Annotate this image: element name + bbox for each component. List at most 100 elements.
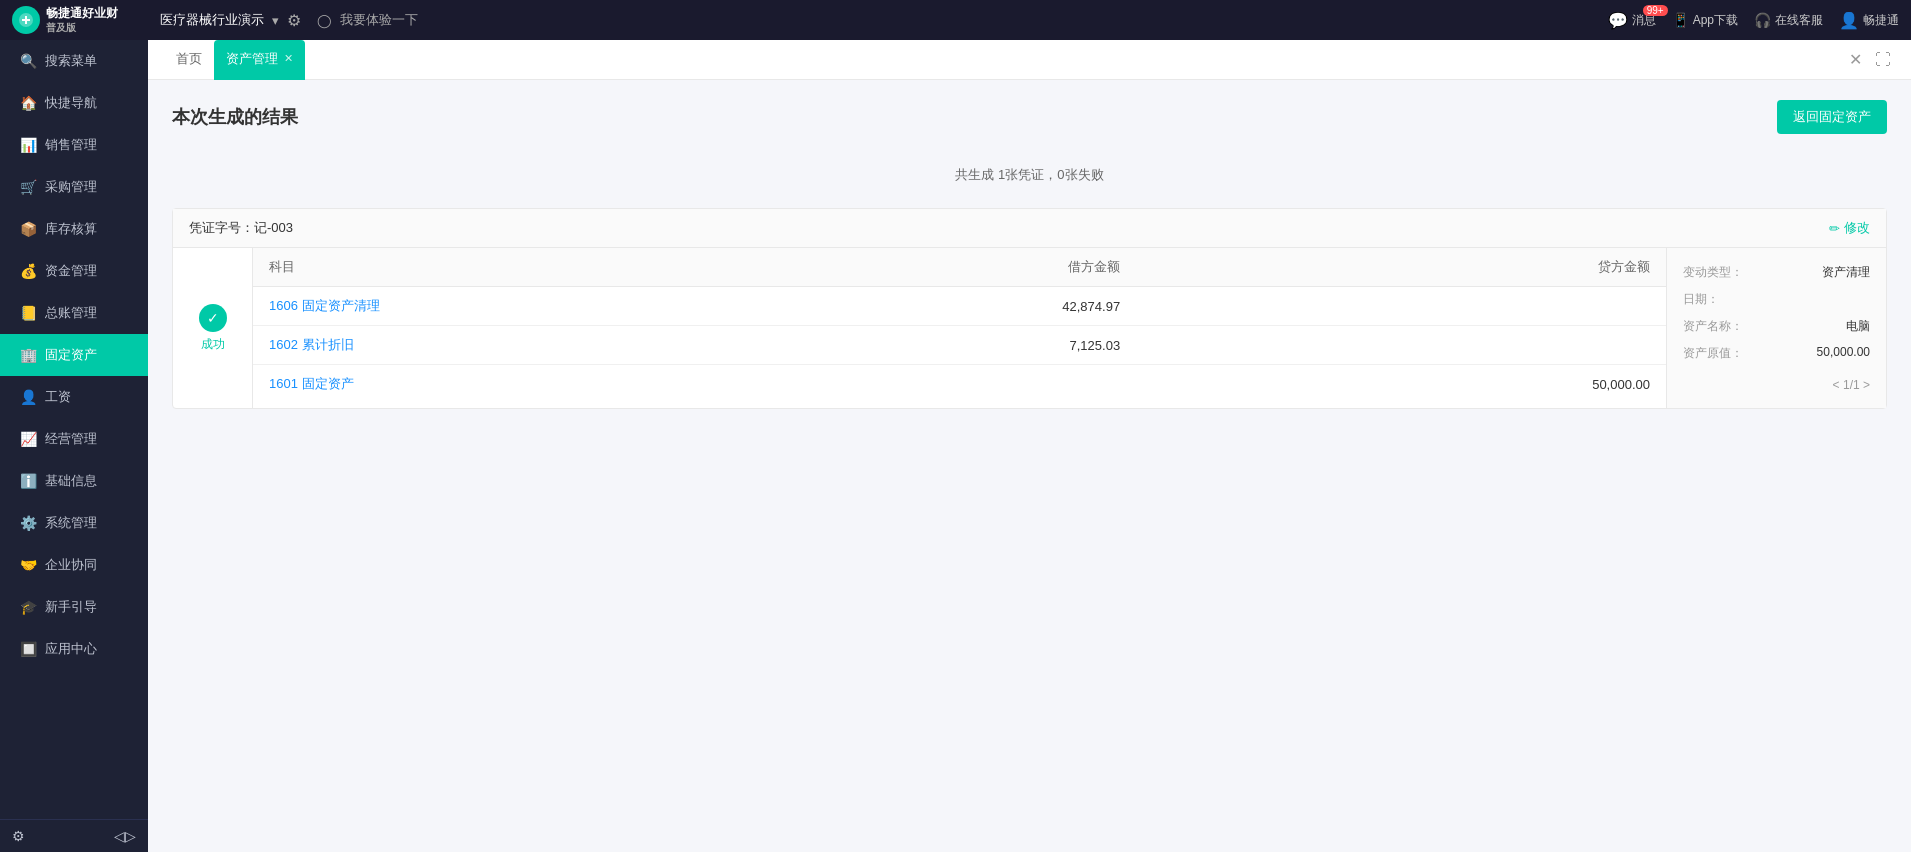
tab-close-btn[interactable]: ✕ <box>284 52 293 65</box>
asset-name-value: 电脑 <box>1846 318 1870 335</box>
table-row: 1602 累计折旧 7,125.03 <box>253 326 1666 365</box>
next-btn[interactable]: > <box>1863 378 1870 392</box>
nav-tabs: 首页 资产管理 ✕ ✕ ⛶ <box>148 40 1911 80</box>
subject-cell-1: 1602 累计折旧 <box>253 326 606 365</box>
collapse-icon[interactable]: ◁▷ <box>114 828 136 844</box>
tab-home[interactable]: 首页 <box>164 40 214 80</box>
debit-cell-1: 7,125.03 <box>606 326 1136 365</box>
logo-icon <box>12 6 40 34</box>
page-title: 本次生成的结果 <box>172 105 298 129</box>
sidebar-item-system[interactable]: ⚙️ 系统管理 <box>0 502 148 544</box>
sidebar-label-system: 系统管理 <box>45 514 97 532</box>
sidebar-item-fixed-assets[interactable]: 🏢 固定资产 <box>0 334 148 376</box>
credit-cell-2: 50,000.00 <box>1136 365 1666 404</box>
sidebar-label-payroll: 工资 <box>45 388 71 406</box>
original-value-row: 资产原值： 50,000.00 <box>1683 345 1870 362</box>
tab-asset-label: 资产管理 <box>226 50 278 68</box>
return-btn[interactable]: 返回固定资产 <box>1777 100 1887 134</box>
sidebar-label-appstore: 应用中心 <box>45 640 97 658</box>
sidebar-item-quicknav[interactable]: 🏠 快捷导航 <box>0 82 148 124</box>
edit-label: 修改 <box>1844 219 1870 237</box>
settings-icon[interactable]: ⚙ <box>287 11 301 30</box>
tab-home-label: 首页 <box>176 50 202 68</box>
sidebar-label-quicknav: 快捷导航 <box>45 94 97 112</box>
voucher-card: 凭证字号：记-003 ✏ 修改 ✓ 成功 <box>172 208 1887 409</box>
credit-cell-0 <box>1136 287 1666 326</box>
main-layout: 🔍 搜索菜单 🏠 快捷导航 📊 销售管理 🛒 采购管理 📦 库存核算 💰 资金管… <box>0 40 1911 852</box>
sidebar-item-guide[interactable]: 🎓 新手引导 <box>0 586 148 628</box>
success-icon: ✓ <box>199 304 227 332</box>
change-type-label: 变动类型： <box>1683 264 1743 281</box>
sidebar-label-purchase: 采购管理 <box>45 178 97 196</box>
table-row: 1601 固定资产 50,000.00 <box>253 365 1666 404</box>
sidebar-item-ledger[interactable]: 📒 总账管理 <box>0 292 148 334</box>
home-icon: 🏠 <box>19 95 37 111</box>
appstore-icon: 🔲 <box>19 641 37 657</box>
sidebar-item-sales[interactable]: 📊 销售管理 <box>0 124 148 166</box>
sales-icon: 📊 <box>19 137 37 153</box>
sidebar-label-enterprise: 企业协同 <box>45 556 97 574</box>
sidebar-bottom: ⚙ ◁▷ <box>0 819 148 852</box>
sidebar-item-enterprise[interactable]: 🤝 企业协同 <box>0 544 148 586</box>
subject-link-1[interactable]: 1602 累计折旧 <box>269 337 354 352</box>
success-label: 成功 <box>201 336 225 353</box>
subject-cell-0: 1606 固定资产清理 <box>253 287 606 326</box>
sidebar-label-fixed-assets: 固定资产 <box>45 346 97 364</box>
summary-text: 共生成 1张凭证，0张失败 <box>955 167 1103 182</box>
subject-cell-2: 1601 固定资产 <box>253 365 606 404</box>
sidebar-item-purchase[interactable]: 🛒 采购管理 <box>0 166 148 208</box>
sidebar-item-basic-info[interactable]: ℹ️ 基础信息 <box>0 460 148 502</box>
operations-icon: 📈 <box>19 431 37 447</box>
top-bar-center: 医疗器械行业演示 ▾ ⚙ ◯ 我要体验一下 <box>160 11 418 30</box>
top-bar: 畅捷通好业财 普及版 医疗器械行业演示 ▾ ⚙ ◯ 我要体验一下 💬 消息 99… <box>0 0 1911 40</box>
sidebar-item-inventory[interactable]: 📦 库存核算 <box>0 208 148 250</box>
right-panel: 变动类型： 资产清理 日期： 资产名称： 电脑 资产原值： <box>1666 248 1886 408</box>
sidebar-item-search[interactable]: 🔍 搜索菜单 <box>0 40 148 82</box>
summary-bar: 共生成 1张凭证，0张失败 <box>172 154 1887 196</box>
sidebar-item-operations[interactable]: 📈 经营管理 <box>0 418 148 460</box>
sidebar-label-sales: 销售管理 <box>45 136 97 154</box>
status-cell: ✓ 成功 <box>173 248 253 408</box>
prev-btn[interactable]: < <box>1833 378 1840 392</box>
user-avatar[interactable]: 👤 畅捷通 <box>1839 11 1899 30</box>
page-header: 本次生成的结果 返回固定资产 <box>172 100 1887 134</box>
sidebar-item-payroll[interactable]: 👤 工资 <box>0 376 148 418</box>
inventory-icon: 📦 <box>19 221 37 237</box>
message-badge: 99+ <box>1643 5 1668 16</box>
sidebar-item-funds[interactable]: 💰 资金管理 <box>0 250 148 292</box>
date-row: 日期： <box>1683 291 1870 308</box>
voucher-table-area: 科目 借方金额 贷方金额 1606 固定资产清理 <box>253 248 1666 408</box>
col-subject-header: 科目 <box>253 248 606 287</box>
dropdown-icon[interactable]: ▾ <box>272 13 279 28</box>
asset-name-row: 资产名称： 电脑 <box>1683 318 1870 335</box>
expand-window-btn[interactable]: ⛶ <box>1871 48 1895 72</box>
sidebar-label-search: 搜索菜单 <box>45 52 97 70</box>
voucher-table: 科目 借方金额 贷方金额 1606 固定资产清理 <box>253 248 1666 403</box>
change-type-row: 变动类型： 资产清理 <box>1683 264 1870 281</box>
sidebar-item-appstore[interactable]: 🔲 应用中心 <box>0 628 148 670</box>
edit-icon: ✏ <box>1829 221 1840 236</box>
checkmark-icon: ✓ <box>207 310 219 326</box>
app-logo: 畅捷通好业财 普及版 <box>12 6 160 35</box>
sidebar-label-funds: 资金管理 <box>45 262 97 280</box>
bottom-settings-icon[interactable]: ⚙ <box>12 828 25 844</box>
subject-link-2[interactable]: 1601 固定资产 <box>269 376 354 391</box>
pagination[interactable]: < 1/1 > <box>1683 378 1870 392</box>
guide-icon: 🎓 <box>19 599 37 615</box>
basic-info-icon: ℹ️ <box>19 473 37 489</box>
message-btn[interactable]: 💬 消息 99+ <box>1608 11 1656 30</box>
asset-name-label: 资产名称： <box>1683 318 1743 335</box>
original-value-value: 50,000.00 <box>1817 345 1870 362</box>
experience-btn[interactable]: 我要体验一下 <box>340 11 418 29</box>
tab-asset-management[interactable]: 资产管理 ✕ <box>214 40 305 80</box>
app-download-btn[interactable]: 📱 App下载 <box>1672 12 1738 29</box>
credit-cell-1 <box>1136 326 1666 365</box>
close-window-btn[interactable]: ✕ <box>1843 48 1867 72</box>
online-support-label: 在线客服 <box>1775 12 1823 29</box>
change-type-value: 资产清理 <box>1822 264 1870 281</box>
online-support-btn[interactable]: 🎧 在线客服 <box>1754 12 1823 29</box>
payroll-icon: 👤 <box>19 389 37 405</box>
ledger-icon: 📒 <box>19 305 37 321</box>
subject-link-0[interactable]: 1606 固定资产清理 <box>269 298 380 313</box>
edit-btn[interactable]: ✏ 修改 <box>1829 219 1870 237</box>
